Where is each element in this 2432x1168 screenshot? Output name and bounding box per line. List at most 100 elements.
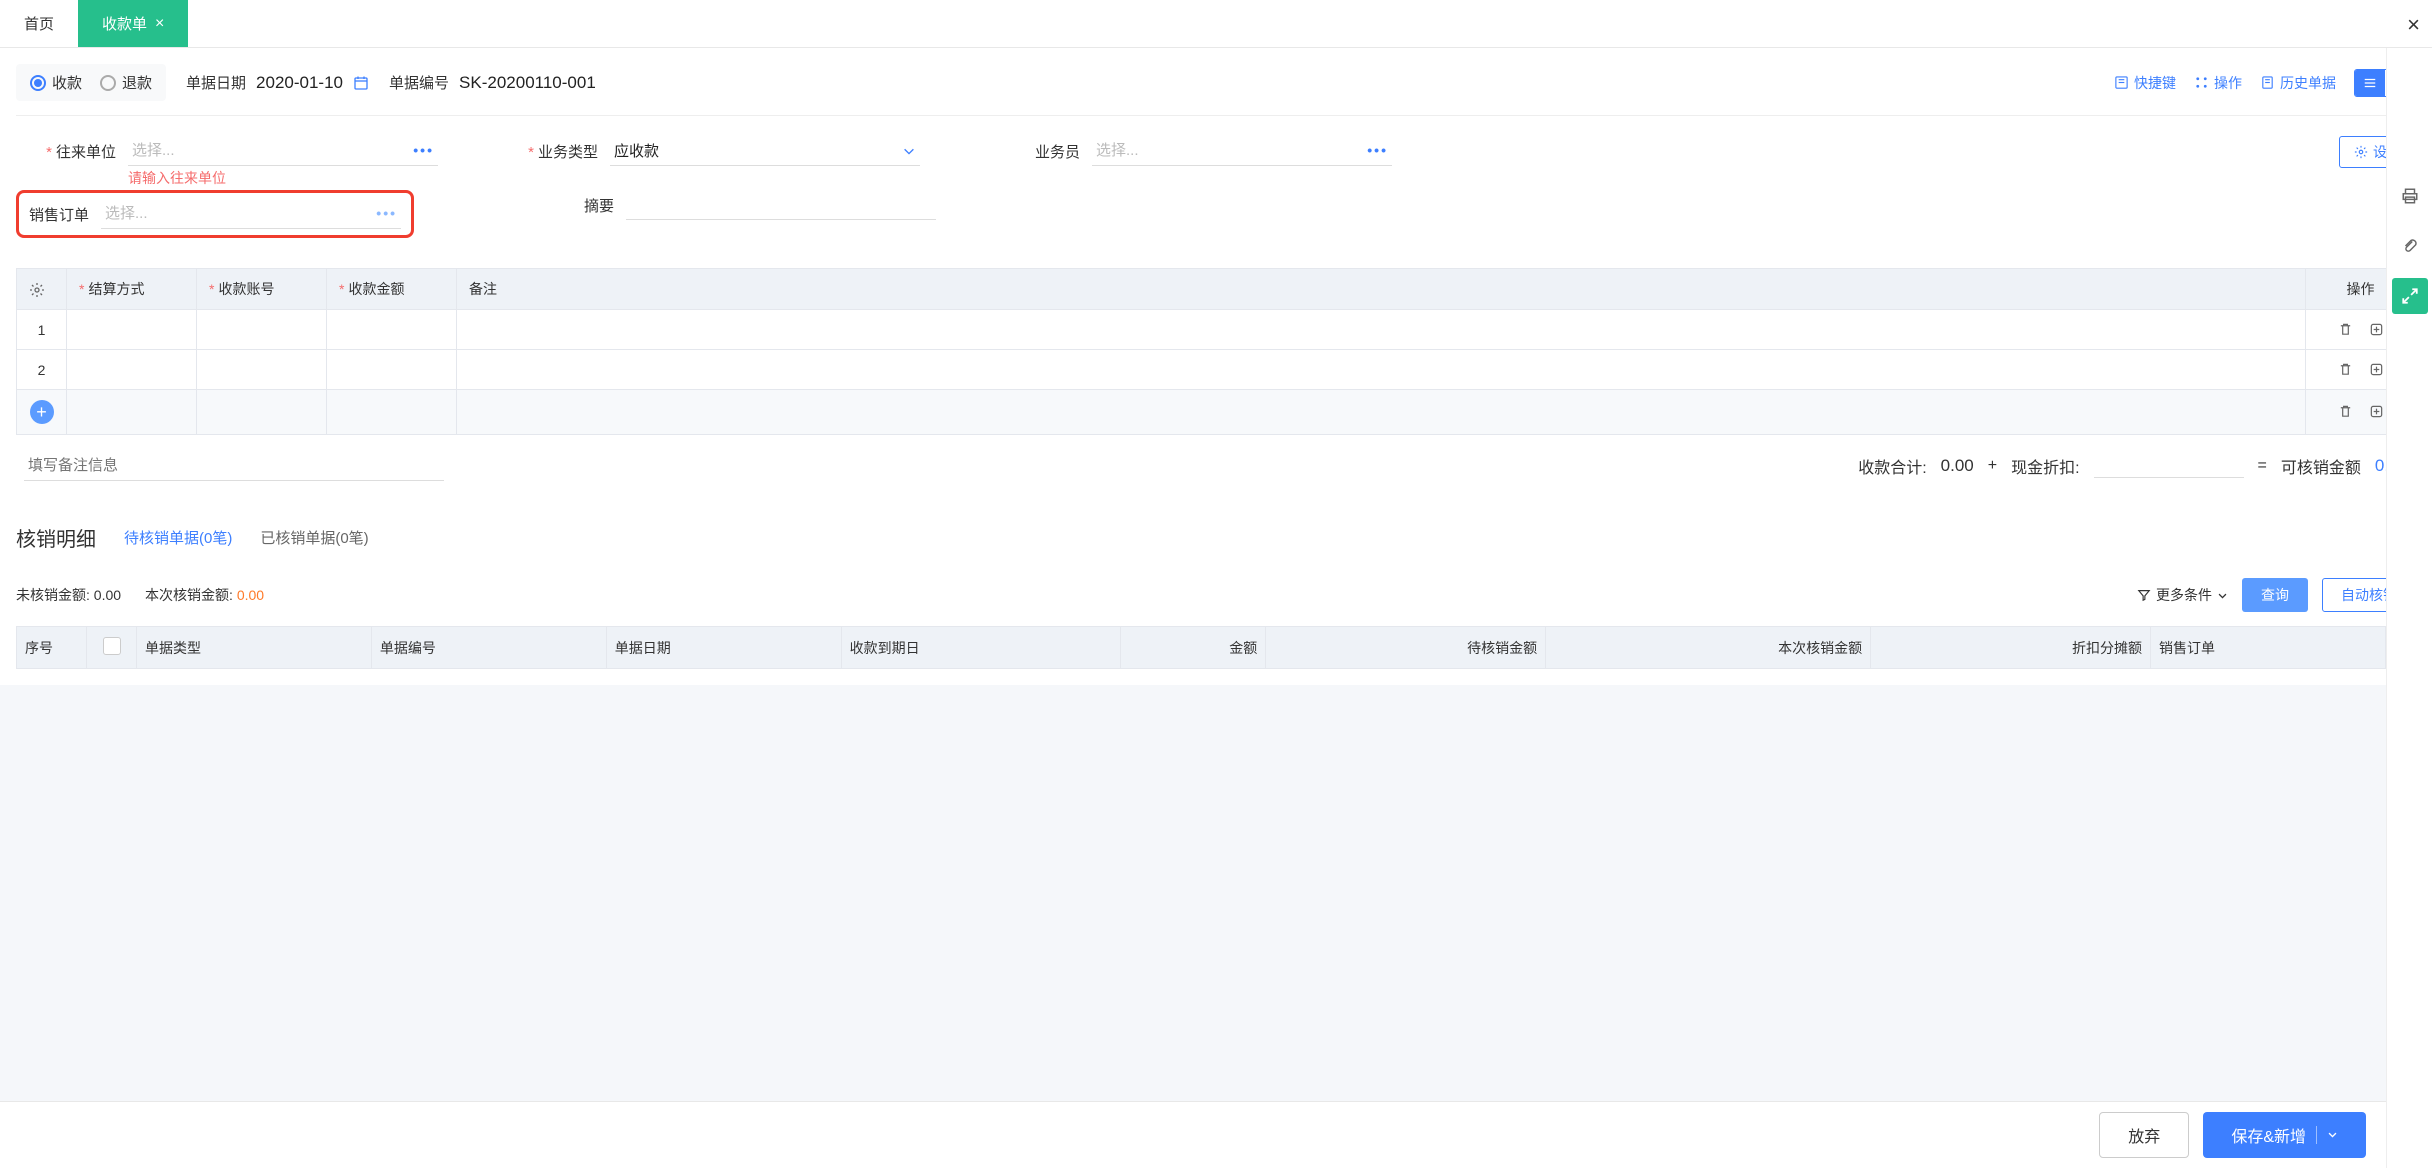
remark-input[interactable] — [24, 451, 444, 481]
insert-icon[interactable] — [2369, 321, 2384, 339]
col-remark-header: 备注 — [457, 269, 2306, 310]
thisverify-field: 本次核销金额: 0.00 — [145, 585, 264, 605]
vcol-check[interactable] — [87, 627, 137, 669]
more-icon[interactable]: ••• — [376, 205, 397, 221]
gear-header[interactable] — [17, 269, 67, 310]
salesorder-label: 销售订单 — [29, 204, 89, 225]
cell-account[interactable] — [197, 310, 327, 350]
radio-icon — [100, 75, 116, 91]
cell-settle[interactable] — [67, 350, 197, 390]
cell-remark[interactable] — [457, 310, 2306, 350]
tab-receipt-label: 收款单 — [102, 13, 147, 34]
salesorder-input[interactable] — [101, 199, 401, 229]
vcol-amount: 金额 — [1121, 627, 1266, 669]
history-label: 历史单据 — [2280, 73, 2336, 93]
table-row[interactable]: 1 — [17, 310, 2416, 350]
doc-date-field: 单据日期 2020-01-10 — [186, 72, 369, 93]
unverified-field: 未核销金额: 0.00 — [16, 585, 121, 605]
radio-receive[interactable]: 收款 — [30, 72, 82, 93]
radio-receive-label: 收款 — [52, 72, 82, 93]
tab-done[interactable]: 已核销单据(0笔) — [260, 527, 368, 548]
more-conditions[interactable]: 更多条件 — [2137, 585, 2228, 605]
radio-icon — [30, 75, 46, 91]
tab-pending[interactable]: 待核销单据(0笔) — [124, 527, 232, 548]
cell-remark[interactable] — [457, 350, 2306, 390]
expand-icon[interactable] — [2392, 278, 2428, 314]
unverified-label: 未核销金额: — [16, 587, 90, 603]
delete-icon[interactable] — [2338, 321, 2353, 339]
col-amount-header: 收款金额 — [348, 281, 404, 297]
print-icon[interactable] — [2392, 178, 2428, 214]
tab-home[interactable]: 首页 — [0, 0, 78, 47]
right-sidebar — [2386, 48, 2432, 1168]
query-button[interactable]: 查询 — [2242, 578, 2308, 612]
vcol-duedate: 收款到期日 — [841, 627, 1121, 669]
writeoff-label: 可核销金额 — [2281, 454, 2361, 478]
more-icon[interactable]: ••• — [1367, 142, 1388, 158]
biztype-input[interactable] — [610, 136, 920, 166]
vcol-pending: 待核销金额 — [1266, 627, 1546, 669]
cell-settle[interactable] — [67, 310, 197, 350]
col-account-header: 收款账号 — [218, 281, 274, 297]
verify-section: 核销明细 待核销单据(0笔) 已核销单据(0笔) 未核销金额: 0.00 本次核… — [16, 515, 2416, 669]
discount-input[interactable] — [2094, 454, 2244, 478]
salesperson-field: 业务员 ••• — [980, 136, 1392, 166]
doc-no-label: 单据编号 — [389, 72, 449, 93]
thisverify-label: 本次核销金额: — [145, 587, 233, 603]
chevron-down-icon[interactable] — [902, 142, 916, 158]
cell-account[interactable] — [197, 350, 327, 390]
save-button[interactable]: 保存&新增 — [2203, 1112, 2366, 1158]
equals-sign: = — [2258, 457, 2267, 475]
topbar: 收款 退款 单据日期 2020-01-10 单据编号 SK-20200110-0… — [16, 64, 2416, 116]
receipt-table: *结算方式 *收款账号 *收款金额 备注 操作 1 2 — [16, 268, 2416, 435]
partner-field: *往来单位 ••• 请输入往来单位 — [16, 136, 438, 166]
chevron-down-icon[interactable] — [2316, 1126, 2338, 1144]
salesperson-label: 业务员 — [980, 141, 1080, 162]
insert-icon[interactable] — [2369, 361, 2384, 379]
insert-icon[interactable] — [2369, 403, 2384, 421]
biztype-field: *业务类型 — [498, 136, 920, 166]
more-cond-label: 更多条件 — [2156, 585, 2212, 605]
more-icon[interactable]: ••• — [413, 142, 434, 158]
cell-amount[interactable] — [327, 350, 457, 390]
vcol-salesorder: 销售订单 — [2151, 627, 2386, 669]
history-link[interactable]: 历史单据 — [2260, 73, 2336, 93]
close-icon[interactable]: × — [155, 15, 164, 33]
vcol-discalloc: 折扣分摊额 — [1871, 627, 2151, 669]
thisverify-value: 0.00 — [237, 587, 264, 603]
partner-input[interactable] — [128, 136, 438, 166]
unverified-value: 0.00 — [94, 587, 121, 603]
vcol-thisamt: 本次核销金额 — [1546, 627, 1871, 669]
shortcut-link[interactable]: 快捷键 — [2114, 73, 2176, 93]
salesperson-input[interactable] — [1092, 136, 1392, 166]
view-list-icon[interactable] — [2355, 70, 2385, 96]
delete-icon[interactable] — [2338, 361, 2353, 379]
row-index: 2 — [17, 350, 67, 390]
cell-amount[interactable] — [327, 310, 457, 350]
attachment-icon[interactable] — [2392, 228, 2428, 264]
verify-table: 序号 单据类型 单据编号 单据日期 收款到期日 金额 待核销金额 本次核销金额 … — [16, 626, 2416, 669]
radio-refund[interactable]: 退款 — [100, 72, 152, 93]
summary-input[interactable] — [626, 190, 936, 220]
delete-icon[interactable] — [2338, 403, 2353, 421]
doc-date-label: 单据日期 — [186, 72, 246, 93]
summary-label: 摘要 — [514, 195, 614, 216]
verify-title: 核销明细 — [16, 523, 96, 552]
tab-bar: 首页 收款单 × × — [0, 0, 2432, 48]
vcol-docdate: 单据日期 — [606, 627, 841, 669]
calendar-icon[interactable] — [353, 73, 369, 93]
partner-error: 请输入往来单位 — [128, 168, 226, 188]
table-row[interactable]: 2 — [17, 350, 2416, 390]
doc-no-value: SK-20200110-001 — [459, 73, 596, 93]
checkbox-icon[interactable] — [103, 637, 121, 655]
shortcut-label: 快捷键 — [2134, 73, 2176, 93]
vcol-docno: 单据编号 — [371, 627, 606, 669]
summary-field: 摘要 — [514, 190, 936, 220]
add-row-button[interactable]: + — [30, 400, 54, 424]
close-all-icon[interactable]: × — [2407, 12, 2420, 38]
doc-date-value[interactable]: 2020-01-10 — [256, 73, 343, 93]
discard-button[interactable]: 放弃 — [2099, 1112, 2189, 1158]
radio-refund-label: 退款 — [122, 72, 152, 93]
tab-receipt[interactable]: 收款单 × — [78, 0, 188, 47]
operations-link[interactable]: 操作 — [2194, 73, 2242, 93]
